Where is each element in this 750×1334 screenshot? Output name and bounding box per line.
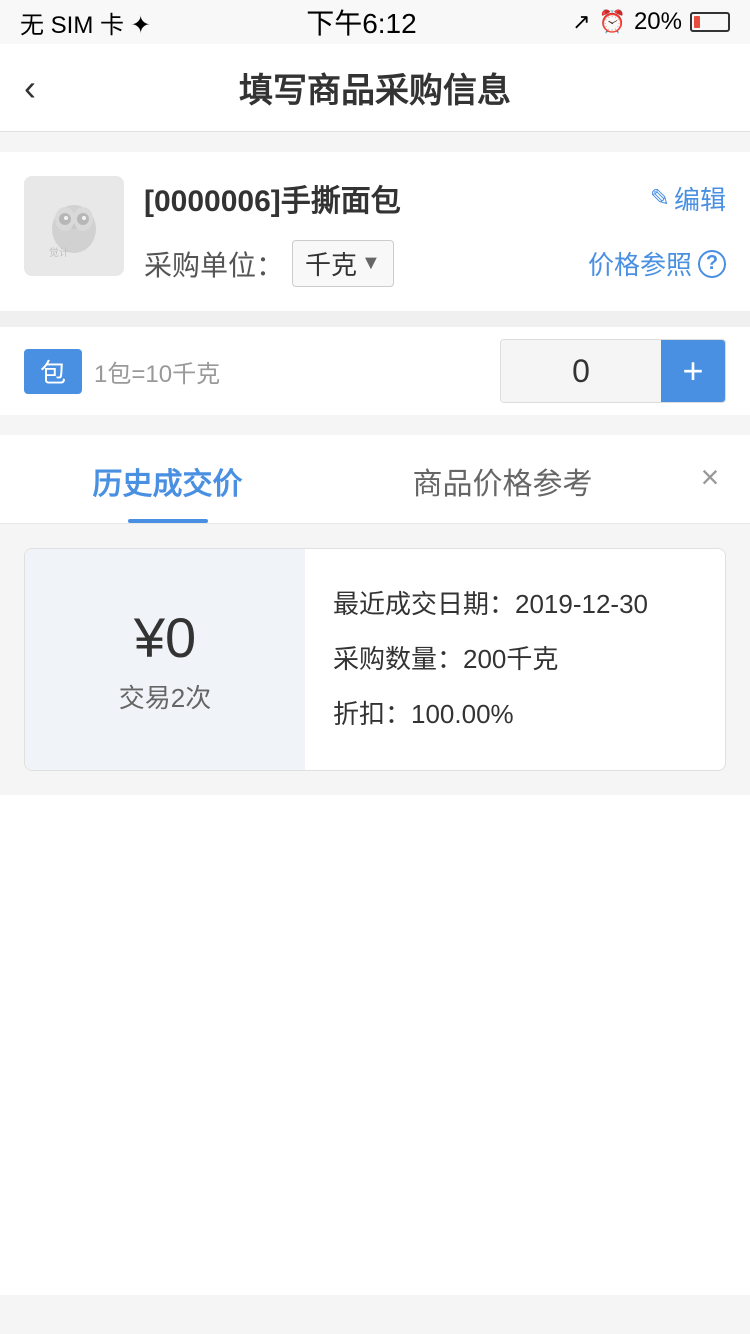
bottom-area [0, 795, 750, 1295]
section-divider [0, 311, 750, 327]
unit-conversion: 1包=10千克 [94, 354, 220, 389]
page-title: 填写商品采购信息 [239, 63, 511, 112]
network-status: 无 SIM 卡 ✦ [20, 5, 151, 40]
discount-label: 折扣： [333, 699, 411, 729]
product-info: [0000006]手撕面包 ✎ 编辑 采购单位： 千克 ▼ 价格参照 ? [144, 176, 726, 287]
unit-value: 千克 [305, 245, 357, 282]
transaction-summary: ¥0 交易2次 [25, 549, 305, 770]
tab-active-indicator [128, 519, 208, 523]
edit-button[interactable]: ✎ 编辑 [650, 180, 726, 217]
quantity-plus-button[interactable]: + [661, 339, 725, 403]
transaction-quantity-row: 采购数量：200千克 [333, 640, 697, 679]
unit-select[interactable]: 千克 ▼ [292, 240, 394, 287]
tab-history-price[interactable]: 历史成交价 [0, 435, 335, 523]
product-card: 觉计 [0000006]手撕面包 ✎ 编辑 采购单位： 千克 ▼ 价格参照 ? [0, 152, 750, 311]
status-left: 无 SIM 卡 ✦ [20, 5, 151, 40]
price-ref-label: 价格参照 [588, 245, 692, 282]
product-icon: 觉计 [24, 176, 124, 276]
panel-tabs: 历史成交价 商品价格参考 × [0, 435, 750, 524]
tab-product-price[interactable]: 商品价格参考 [335, 435, 670, 523]
transaction-discount-row: 折扣：100.00% [333, 695, 697, 734]
quantity-row: 包 1包=10千克 + [0, 327, 750, 415]
info-icon: ? [698, 250, 726, 278]
transaction-card: ¥0 交易2次 最近成交日期：2019-12-30 采购数量：200千克 折扣：… [24, 548, 726, 771]
chevron-down-icon: ▼ [361, 252, 381, 275]
transaction-details: 最近成交日期：2019-12-30 采购数量：200千克 折扣：100.00% [305, 549, 725, 770]
back-button[interactable]: ‹ [24, 67, 36, 109]
edit-label: 编辑 [674, 180, 726, 217]
battery-percent: 20% [634, 8, 682, 36]
discount-value: 100.00% [411, 699, 514, 729]
quantity-value: 200千克 [463, 644, 558, 674]
transaction-count: 交易2次 [119, 678, 211, 715]
battery-icon [690, 12, 730, 32]
quantity-input[interactable] [501, 339, 661, 403]
quantity-input-group: + [500, 339, 726, 403]
transaction-list: ¥0 交易2次 最近成交日期：2019-12-30 采购数量：200千克 折扣：… [0, 524, 750, 795]
status-time: 下午6:12 [306, 2, 417, 42]
product-logo: 觉计 [39, 191, 109, 261]
tab-product-label: 商品价格参考 [413, 468, 593, 501]
quantity-label: 采购数量： [333, 644, 463, 674]
date-value: 2019-12-30 [515, 589, 648, 619]
unit-badge: 包 [24, 349, 82, 394]
price-ref-button[interactable]: 价格参照 ? [588, 245, 726, 282]
panel-close-button[interactable]: × [670, 459, 750, 500]
quantity-unit-info: 包 1包=10千克 [24, 349, 220, 394]
status-bar: 无 SIM 卡 ✦ 下午6:12 ↗ ⏰ 20% [0, 0, 750, 44]
status-right: ↗ ⏰ 20% [572, 8, 730, 36]
tab-history-label: 历史成交价 [93, 468, 243, 501]
alarm-icon: ⏰ [599, 9, 626, 35]
unit-label: 采购单位： [144, 244, 284, 284]
location-icon: ↗ [572, 9, 590, 35]
unit-row: 采购单位： 千克 ▼ 价格参照 ? [144, 240, 726, 287]
nav-bar: ‹ 填写商品采购信息 [0, 44, 750, 132]
date-label: 最近成交日期： [333, 589, 515, 619]
product-name: [0000006]手撕面包 [144, 176, 401, 220]
transaction-price: ¥0 [134, 605, 196, 670]
transaction-date-row: 最近成交日期：2019-12-30 [333, 585, 697, 624]
svg-text:觉计: 觉计 [49, 246, 69, 259]
product-name-row: [0000006]手撕面包 ✎ 编辑 [144, 176, 726, 220]
edit-icon: ✎ [650, 184, 670, 213]
